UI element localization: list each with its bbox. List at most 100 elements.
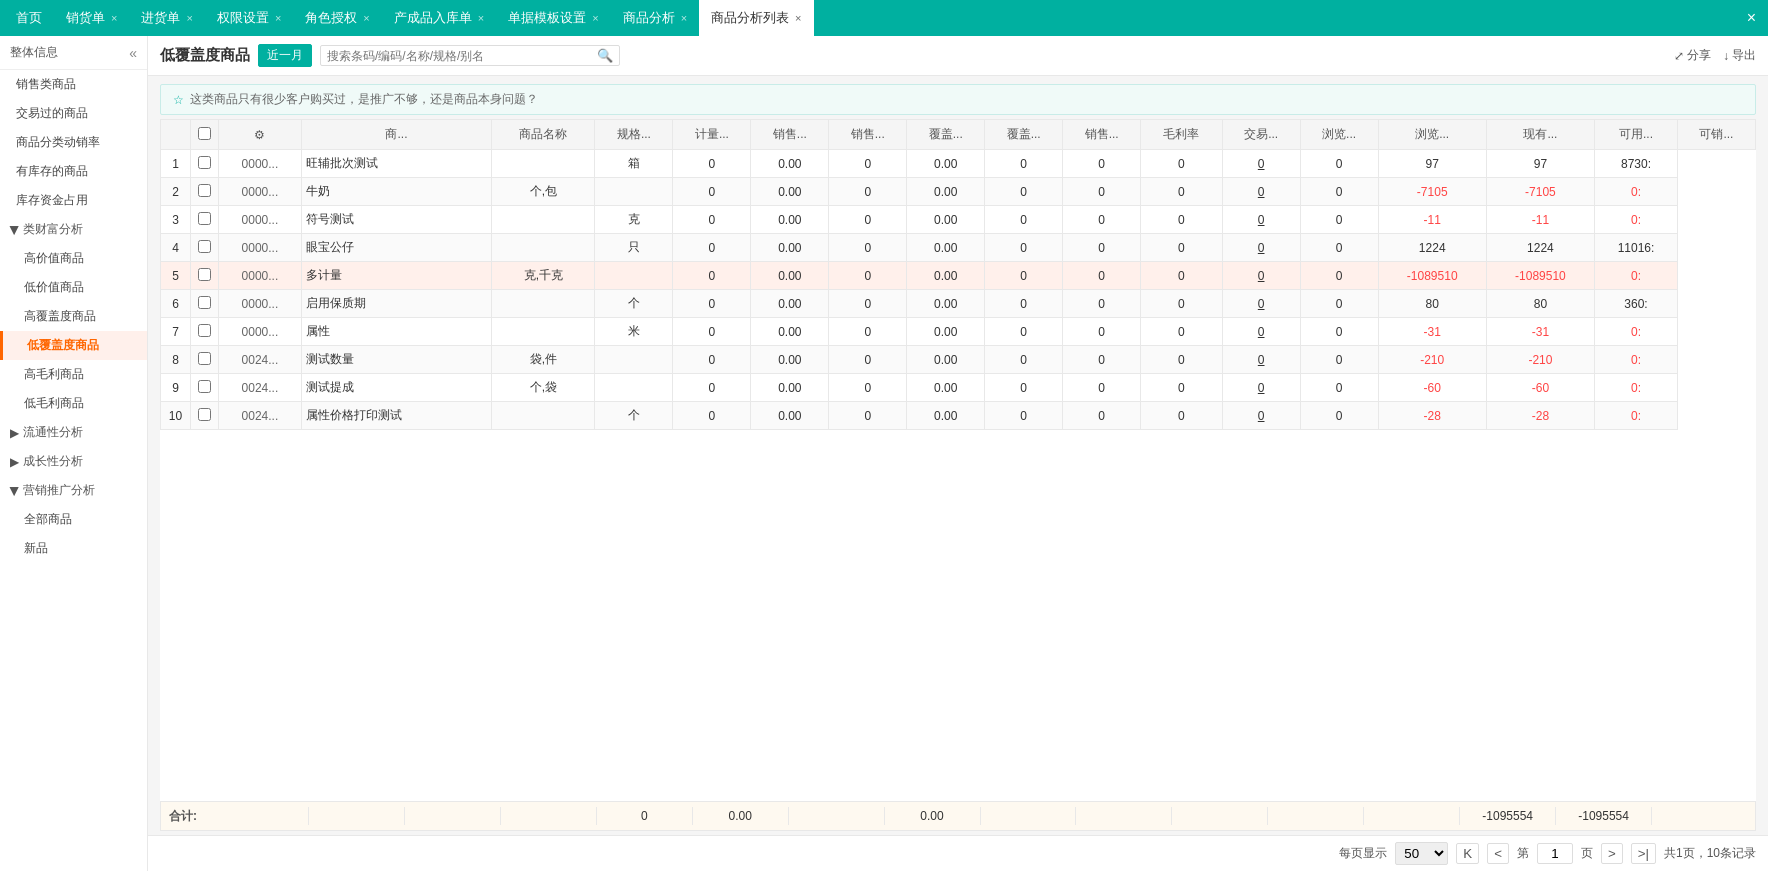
- row-browse1[interactable]: 0: [1222, 346, 1300, 374]
- sidebar-collapse-button[interactable]: «: [129, 45, 137, 61]
- sidebar-item-high-coverage[interactable]: 高覆盖度商品: [0, 302, 147, 331]
- col-header-stock[interactable]: 现有...: [1486, 120, 1594, 150]
- close-icon[interactable]: ×: [592, 12, 598, 24]
- next-page-button[interactable]: >: [1601, 843, 1623, 864]
- row-browse1[interactable]: 0: [1222, 262, 1300, 290]
- sidebar-item-high-value[interactable]: 高价值商品: [0, 244, 147, 273]
- nav-home[interactable]: 首页: [4, 0, 54, 36]
- nav-sales-order[interactable]: 销货单 ×: [54, 0, 129, 36]
- browse-link[interactable]: 0: [1258, 381, 1265, 395]
- row-checkbox[interactable]: [198, 268, 211, 281]
- row-browse1[interactable]: 0: [1222, 206, 1300, 234]
- sidebar-group-marketing[interactable]: ▶ 营销推广分析: [0, 476, 147, 505]
- sidebar-item-stocked-products[interactable]: 有库存的商品: [0, 157, 147, 186]
- col-header-cover1[interactable]: 覆盖...: [907, 120, 985, 150]
- col-header-cover2[interactable]: 覆盖...: [985, 120, 1063, 150]
- row-checkbox[interactable]: [198, 324, 211, 337]
- sidebar-item-category-rate[interactable]: 商品分类动销率: [0, 128, 147, 157]
- col-header-browse1[interactable]: 浏览...: [1300, 120, 1378, 150]
- sidebar-group-liquidity[interactable]: ▶ 流通性分析: [0, 418, 147, 447]
- nav-product-analysis[interactable]: 商品分析 ×: [611, 0, 699, 36]
- col-header-sales2[interactable]: 销售...: [829, 120, 907, 150]
- col-header-unit[interactable]: 计量...: [673, 120, 751, 150]
- close-icon[interactable]: ×: [795, 12, 801, 24]
- prev-page-button[interactable]: <: [1487, 843, 1509, 864]
- sidebar-item-low-value[interactable]: 低价值商品: [0, 273, 147, 302]
- sidebar-group-wealth-analysis[interactable]: ▶ 类财富分析: [0, 215, 147, 244]
- close-icon[interactable]: ×: [681, 12, 687, 24]
- browse-link[interactable]: 0: [1258, 409, 1265, 423]
- browse-link[interactable]: 0: [1258, 157, 1265, 171]
- close-icon[interactable]: ×: [363, 12, 369, 24]
- col-header-browse2[interactable]: 浏览...: [1378, 120, 1486, 150]
- row-checkbox[interactable]: [198, 184, 211, 197]
- col-header-name[interactable]: 商品名称: [492, 120, 595, 150]
- first-page-button[interactable]: K: [1456, 843, 1479, 864]
- row-name[interactable]: 启用保质期: [301, 290, 491, 318]
- col-header-saleable[interactable]: 可销...: [1677, 120, 1755, 150]
- row-name[interactable]: 多计量: [301, 262, 491, 290]
- row-checkbox[interactable]: [198, 156, 211, 169]
- close-icon[interactable]: ×: [275, 12, 281, 24]
- browse-link[interactable]: 0: [1258, 297, 1265, 311]
- row-name[interactable]: 旺辅批次测试: [301, 150, 491, 178]
- sidebar-item-inventory-capital[interactable]: 库存资金占用: [0, 186, 147, 215]
- row-browse1[interactable]: 0: [1222, 402, 1300, 430]
- last-page-button[interactable]: >|: [1631, 843, 1656, 864]
- page-input[interactable]: [1537, 843, 1573, 864]
- sidebar-item-low-profit[interactable]: 低毛利商品: [0, 389, 147, 418]
- row-name[interactable]: 属性价格打印测试: [301, 402, 491, 430]
- sidebar-item-traded-products[interactable]: 交易过的商品: [0, 99, 147, 128]
- nav-product-analysis-list[interactable]: 商品分析列表 ×: [699, 0, 813, 36]
- row-name[interactable]: 测试数量: [301, 346, 491, 374]
- per-page-select[interactable]: 50 100 200: [1395, 842, 1448, 865]
- col-header-available[interactable]: 可用...: [1595, 120, 1678, 150]
- close-all-tabs-button[interactable]: ×: [1739, 9, 1764, 27]
- browse-link[interactable]: 0: [1258, 325, 1265, 339]
- browse-link[interactable]: 0: [1258, 185, 1265, 199]
- close-icon[interactable]: ×: [478, 12, 484, 24]
- nav-template-settings[interactable]: 单据模板设置 ×: [496, 0, 610, 36]
- col-header-gross[interactable]: 毛利率: [1141, 120, 1223, 150]
- row-browse1[interactable]: 0: [1222, 318, 1300, 346]
- row-name[interactable]: 属性: [301, 318, 491, 346]
- row-browse1[interactable]: 0: [1222, 290, 1300, 318]
- sidebar-item-new-products[interactable]: 新品: [0, 534, 147, 563]
- col-header-trade[interactable]: 交易...: [1222, 120, 1300, 150]
- row-checkbox[interactable]: [198, 212, 211, 225]
- nav-permissions[interactable]: 权限设置 ×: [205, 0, 293, 36]
- col-header-spec[interactable]: 规格...: [595, 120, 673, 150]
- close-icon[interactable]: ×: [111, 12, 117, 24]
- browse-link[interactable]: 0: [1258, 353, 1265, 367]
- select-all-checkbox[interactable]: [198, 127, 211, 140]
- close-icon[interactable]: ×: [186, 12, 192, 24]
- sidebar-item-sales-products[interactable]: 销售类商品: [0, 70, 147, 99]
- row-name[interactable]: 测试提成: [301, 374, 491, 402]
- browse-link[interactable]: 0: [1258, 269, 1265, 283]
- row-browse1[interactable]: 0: [1222, 178, 1300, 206]
- settings-icon[interactable]: ⚙: [254, 128, 265, 142]
- sidebar-group-growth[interactable]: ▶ 成长性分析: [0, 447, 147, 476]
- row-checkbox[interactable]: [198, 352, 211, 365]
- browse-link[interactable]: 0: [1258, 241, 1265, 255]
- period-button[interactable]: 近一月: [258, 44, 312, 67]
- col-header-code[interactable]: 商...: [301, 120, 491, 150]
- row-browse1[interactable]: 0: [1222, 150, 1300, 178]
- row-checkbox[interactable]: [198, 408, 211, 421]
- nav-product-warehouse[interactable]: 产成品入库单 ×: [382, 0, 496, 36]
- search-icon[interactable]: 🔍: [597, 48, 613, 63]
- row-checkbox[interactable]: [198, 240, 211, 253]
- row-checkbox[interactable]: [198, 380, 211, 393]
- row-name[interactable]: 眼宝公仔: [301, 234, 491, 262]
- search-input[interactable]: [327, 49, 597, 63]
- export-button[interactable]: ↓ 导出: [1723, 47, 1756, 64]
- nav-purchase-order[interactable]: 进货单 ×: [129, 0, 204, 36]
- sidebar-item-all-products[interactable]: 全部商品: [0, 505, 147, 534]
- row-browse1[interactable]: 0: [1222, 374, 1300, 402]
- browse-link[interactable]: 0: [1258, 213, 1265, 227]
- row-name[interactable]: 牛奶: [301, 178, 491, 206]
- col-header-salesx[interactable]: 销售...: [1063, 120, 1141, 150]
- row-browse1[interactable]: 0: [1222, 234, 1300, 262]
- share-button[interactable]: ⤢ 分享: [1674, 47, 1711, 64]
- row-checkbox[interactable]: [198, 296, 211, 309]
